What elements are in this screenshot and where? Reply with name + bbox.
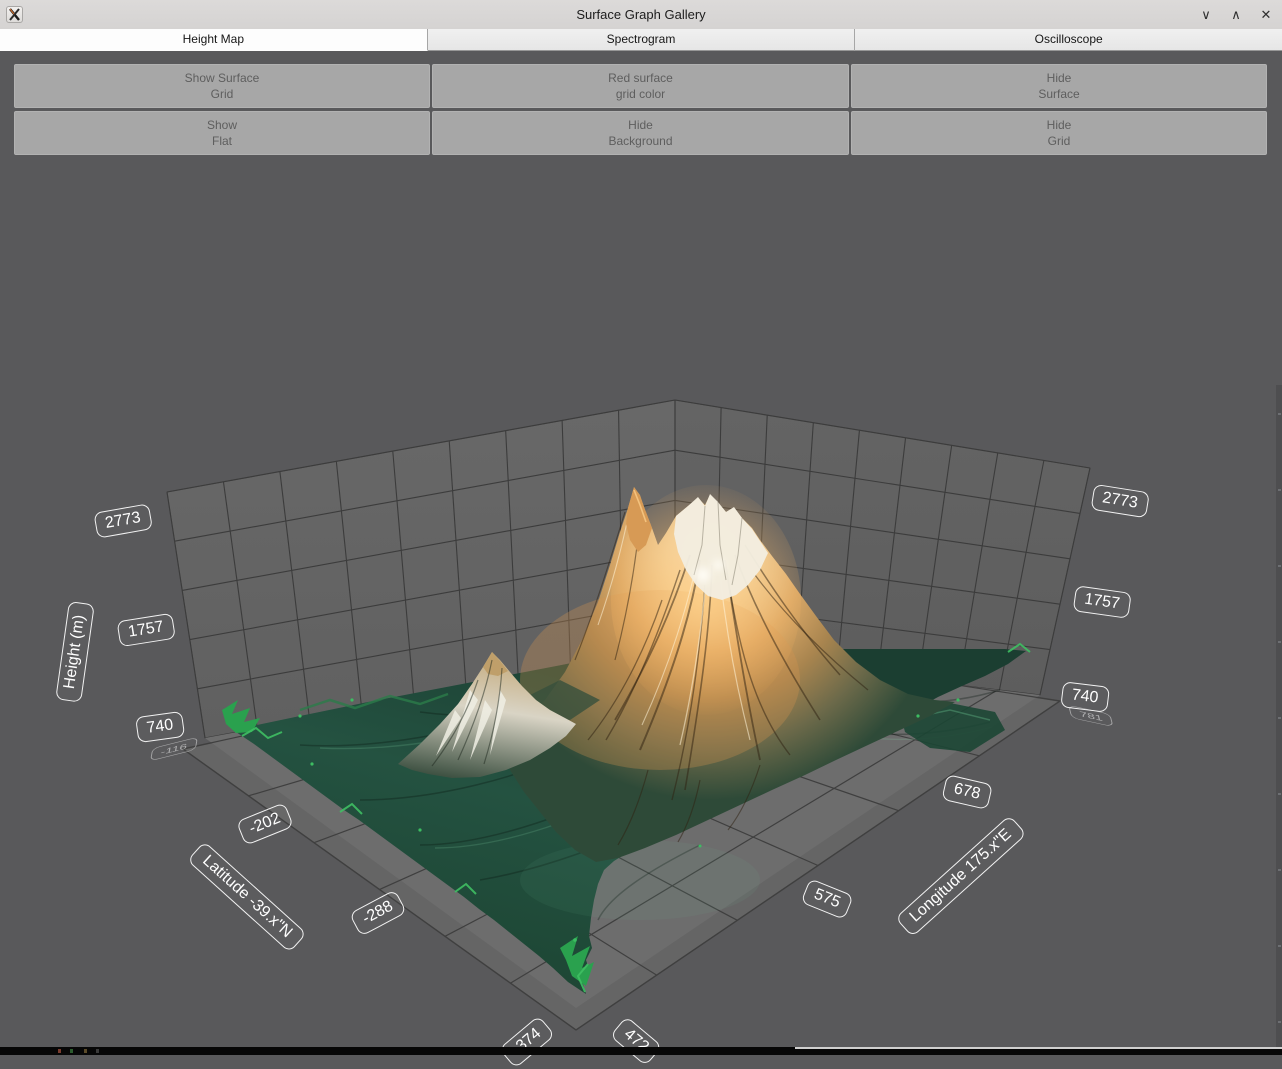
- chevron-down-icon[interactable]: ∨: [1198, 7, 1214, 23]
- tab-height-map[interactable]: Height Map: [0, 29, 428, 51]
- show-flat-button[interactable]: Show Flat: [14, 111, 430, 155]
- bottom-screen-edge: [0, 1047, 1282, 1055]
- tab-bar: Height Map Spectrogram Oscilloscope: [0, 29, 1282, 51]
- surface-graph-gallery-window: { "window": { "title": "Surface Graph Ga…: [0, 0, 1282, 1055]
- chevron-up-icon[interactable]: ∧: [1228, 7, 1244, 23]
- surface-plot-canvas[interactable]: [0, 0, 1282, 1055]
- window-title: Surface Graph Gallery: [0, 0, 1282, 29]
- title-bar[interactable]: Surface Graph Gallery ∨ ∧ ✕: [0, 0, 1282, 30]
- tab-oscilloscope[interactable]: Oscilloscope: [855, 29, 1282, 51]
- hide-background-button[interactable]: Hide Background: [432, 111, 849, 155]
- tab-spectrogram[interactable]: Spectrogram: [428, 29, 856, 51]
- show-surface-grid-button[interactable]: Show Surface Grid: [14, 64, 430, 108]
- right-screen-edge[interactable]: [1276, 385, 1282, 1047]
- hide-surface-button[interactable]: Hide Surface: [851, 64, 1267, 108]
- hide-grid-button[interactable]: Hide Grid: [851, 111, 1267, 155]
- close-icon[interactable]: ✕: [1258, 7, 1274, 23]
- red-surface-grid-color-button[interactable]: Red surface grid color: [432, 64, 849, 108]
